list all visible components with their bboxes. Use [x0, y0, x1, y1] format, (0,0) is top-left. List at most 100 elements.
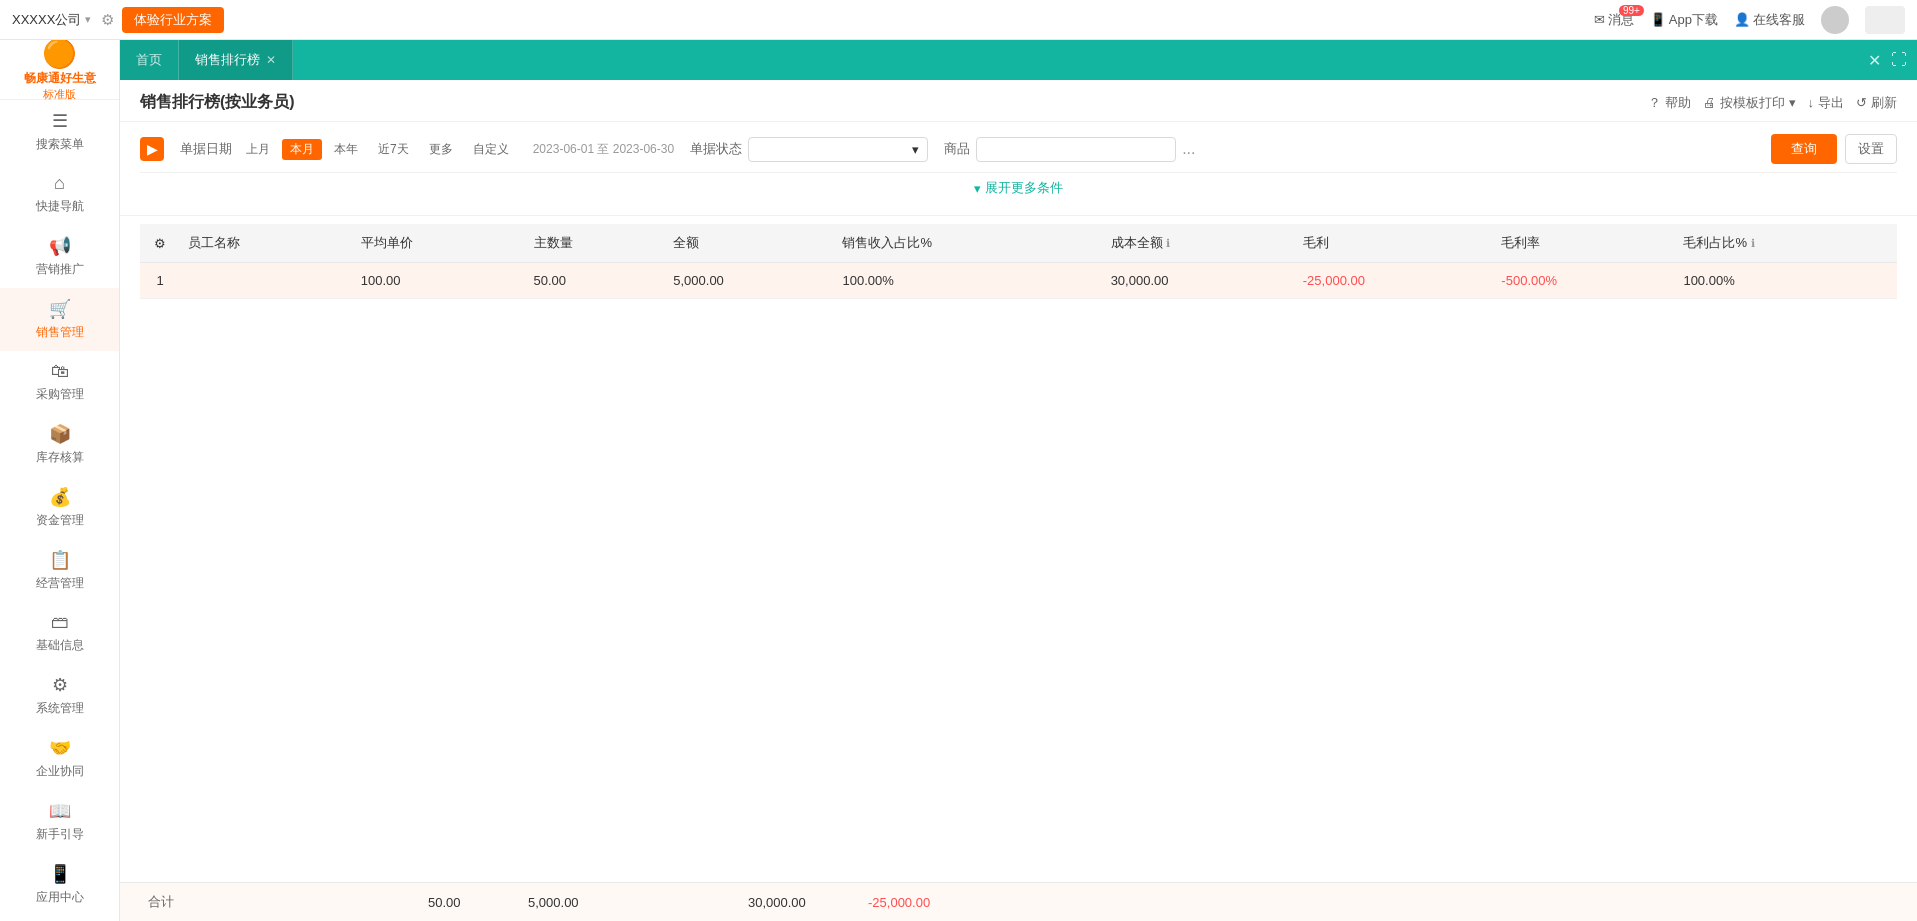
- cell-avg-price: 100.00: [353, 263, 526, 299]
- table-header: ⚙ 员工名称 平均单价 主数量 全额 销售收入占比% 成本全额 ℹ: [140, 224, 1897, 263]
- tab-sales-ranking[interactable]: 销售排行榜 ✕: [179, 40, 293, 80]
- date-tab-year[interactable]: 本年: [326, 139, 366, 160]
- table-row: 1 100.00 50.00 5,000.00 100.00% 30,000.0…: [140, 263, 1897, 299]
- col-amount: 全额: [665, 224, 834, 263]
- col-gross: 毛利: [1295, 224, 1494, 263]
- footer-cost: 30,000.00: [748, 895, 868, 910]
- status-select[interactable]: ▾: [748, 137, 928, 162]
- col-gross-pct-label: 毛利占比%: [1683, 235, 1747, 250]
- sidebar-item-collab[interactable]: 🤝 企业协同: [0, 727, 119, 790]
- goods-filter-label: 商品: [944, 140, 970, 158]
- avatar[interactable]: [1821, 6, 1849, 34]
- tab-bar: 首页 销售排行榜 ✕ ✕ ⛶: [120, 40, 1917, 80]
- date-tab-cur[interactable]: 本月: [282, 139, 322, 160]
- print-icon: 🖨: [1703, 95, 1716, 110]
- user-name-area: [1865, 6, 1905, 34]
- top-bar-right: ✉ 消息 99+ 📱 App下载 👤 在线客服: [1594, 6, 1905, 34]
- service-label: 在线客服: [1753, 11, 1805, 29]
- expand-more-label: 展开更多条件: [985, 179, 1063, 197]
- query-button[interactable]: 查询: [1771, 134, 1837, 164]
- content-area: 首页 销售排行榜 ✕ ✕ ⛶ 销售排行榜(按业务员) ？: [120, 40, 1917, 921]
- sidebar-label-search: 搜索菜单: [36, 136, 84, 153]
- filter-collapse-button[interactable]: ▶: [140, 137, 164, 161]
- settings-button[interactable]: 设置: [1845, 134, 1897, 164]
- inventory-icon: 📦: [49, 423, 71, 445]
- print-button[interactable]: 🖨 按模板打印 ▾: [1703, 94, 1796, 112]
- cell-gross: -25,000.00: [1295, 263, 1494, 299]
- col-main-qty: 主数量: [526, 224, 666, 263]
- sidebar-label-marketing: 营销推广: [36, 261, 84, 278]
- gross-pct-info-icon[interactable]: ℹ: [1751, 237, 1755, 249]
- logo-main-text: 畅康通好生意: [24, 70, 96, 87]
- col-sales-pct: 销售收入占比%: [834, 224, 1102, 263]
- date-tab-7days[interactable]: 近7天: [370, 139, 417, 160]
- sidebar-item-finance[interactable]: 💰 资金管理: [0, 476, 119, 539]
- sidebar-item-purchase[interactable]: 🛍 采购管理: [0, 351, 119, 413]
- page-title: 销售排行榜(按业务员): [140, 92, 295, 113]
- footer-gross: -25,000.00: [868, 895, 988, 910]
- footer-sales-pct-spacer: [648, 895, 748, 910]
- goods-more-icon[interactable]: ...: [1182, 140, 1195, 158]
- refresh-button[interactable]: ↺ 刷新: [1856, 94, 1897, 112]
- sidebar-item-wechat[interactable]: 💬 企业微信: [0, 916, 119, 921]
- sidebar-item-operations[interactable]: 📋 经营管理: [0, 539, 119, 602]
- sales-icon: 🛒: [49, 298, 71, 320]
- col-cost: 成本全额 ℹ: [1103, 224, 1295, 263]
- app-download-button[interactable]: 📱 App下载: [1650, 11, 1718, 29]
- sidebar-label-guide: 新手引导: [36, 826, 84, 843]
- col-name: 员工名称: [180, 224, 353, 263]
- tab-minimize-icon[interactable]: ✕: [1868, 51, 1881, 70]
- cell-gross-rate: -500.00%: [1493, 263, 1675, 299]
- system-icon: ⚙: [52, 674, 68, 696]
- status-filter-label: 单据状态: [690, 140, 742, 158]
- basic-icon: 🗃: [51, 612, 69, 633]
- sidebar-item-search[interactable]: ☰ 搜索菜单: [0, 100, 119, 163]
- sidebar-item-marketing[interactable]: 📢 营销推广: [0, 225, 119, 288]
- sidebar-label-sales: 销售管理: [36, 324, 84, 341]
- sidebar-item-apps[interactable]: 📱 应用中心: [0, 853, 119, 916]
- sidebar-item-sales[interactable]: 🛒 销售管理: [0, 288, 119, 351]
- sidebar-label-inventory: 库存核算: [36, 449, 84, 466]
- settings-icon[interactable]: ⚙: [101, 11, 114, 29]
- app-label: App下载: [1669, 11, 1718, 29]
- sidebar-logo: 🟠 畅康通好生意 标准版: [0, 40, 119, 100]
- col-avg-price: 平均单价: [353, 224, 526, 263]
- message-button[interactable]: ✉ 消息 99+: [1594, 11, 1634, 29]
- sidebar-item-guide[interactable]: 📖 新手引导: [0, 790, 119, 853]
- sidebar: 🟠 畅康通好生意 标准版 ☰ 搜索菜单 ⌂ 快捷导航 📢 营销推广 🛒 销售管理…: [0, 40, 120, 921]
- export-button[interactable]: ↓ 导出: [1808, 94, 1845, 112]
- filter-row: ▶ 单据日期 上月 本月 本年 近7天 更多 自定义: [140, 134, 1897, 164]
- guide-icon: 📖: [49, 800, 71, 822]
- tab-maximize-icon[interactable]: ⛶: [1891, 51, 1907, 69]
- cost-info-icon[interactable]: ℹ: [1166, 237, 1170, 249]
- date-tab-prev[interactable]: 上月: [238, 139, 278, 160]
- logo-icon: 🟠: [42, 40, 77, 70]
- table-body: 1 100.00 50.00 5,000.00 100.00% 30,000.0…: [140, 263, 1897, 299]
- online-service-button[interactable]: 👤 在线客服: [1734, 11, 1805, 29]
- print-label: 按模板打印: [1720, 94, 1785, 112]
- footer-label: 合计: [148, 893, 248, 911]
- sidebar-item-system[interactable]: ⚙ 系统管理: [0, 664, 119, 727]
- expand-more-button[interactable]: ▾ 展开更多条件: [140, 172, 1897, 203]
- sidebar-item-quick[interactable]: ⌂ 快捷导航: [0, 163, 119, 225]
- col-settings[interactable]: ⚙: [140, 224, 180, 263]
- print-chevron-icon: ▾: [1789, 95, 1796, 110]
- trial-button[interactable]: 体验行业方案: [122, 7, 224, 33]
- operations-icon: 📋: [49, 549, 71, 571]
- company-selector[interactable]: XXXXX公司 ▾: [12, 11, 91, 29]
- sidebar-item-inventory[interactable]: 📦 库存核算: [0, 413, 119, 476]
- date-tab-more[interactable]: 更多: [421, 139, 461, 160]
- tab-close-icon[interactable]: ✕: [266, 53, 276, 67]
- column-settings-icon: ⚙: [154, 236, 166, 251]
- refresh-label: 刷新: [1871, 94, 1897, 112]
- sidebar-item-basic[interactable]: 🗃 基础信息: [0, 602, 119, 664]
- cell-rank: 1: [140, 263, 180, 299]
- filter-goods-item: 商品 ...: [944, 137, 1195, 162]
- message-badge: 99+: [1619, 5, 1644, 16]
- date-tabs: 上月 本月 本年 近7天 更多 自定义: [238, 139, 517, 160]
- message-icon: ✉: [1594, 12, 1605, 27]
- tab-home[interactable]: 首页: [120, 40, 179, 80]
- goods-input[interactable]: [976, 137, 1176, 162]
- date-tab-custom[interactable]: 自定义: [465, 139, 517, 160]
- help-button[interactable]: ？ 帮助: [1648, 94, 1691, 112]
